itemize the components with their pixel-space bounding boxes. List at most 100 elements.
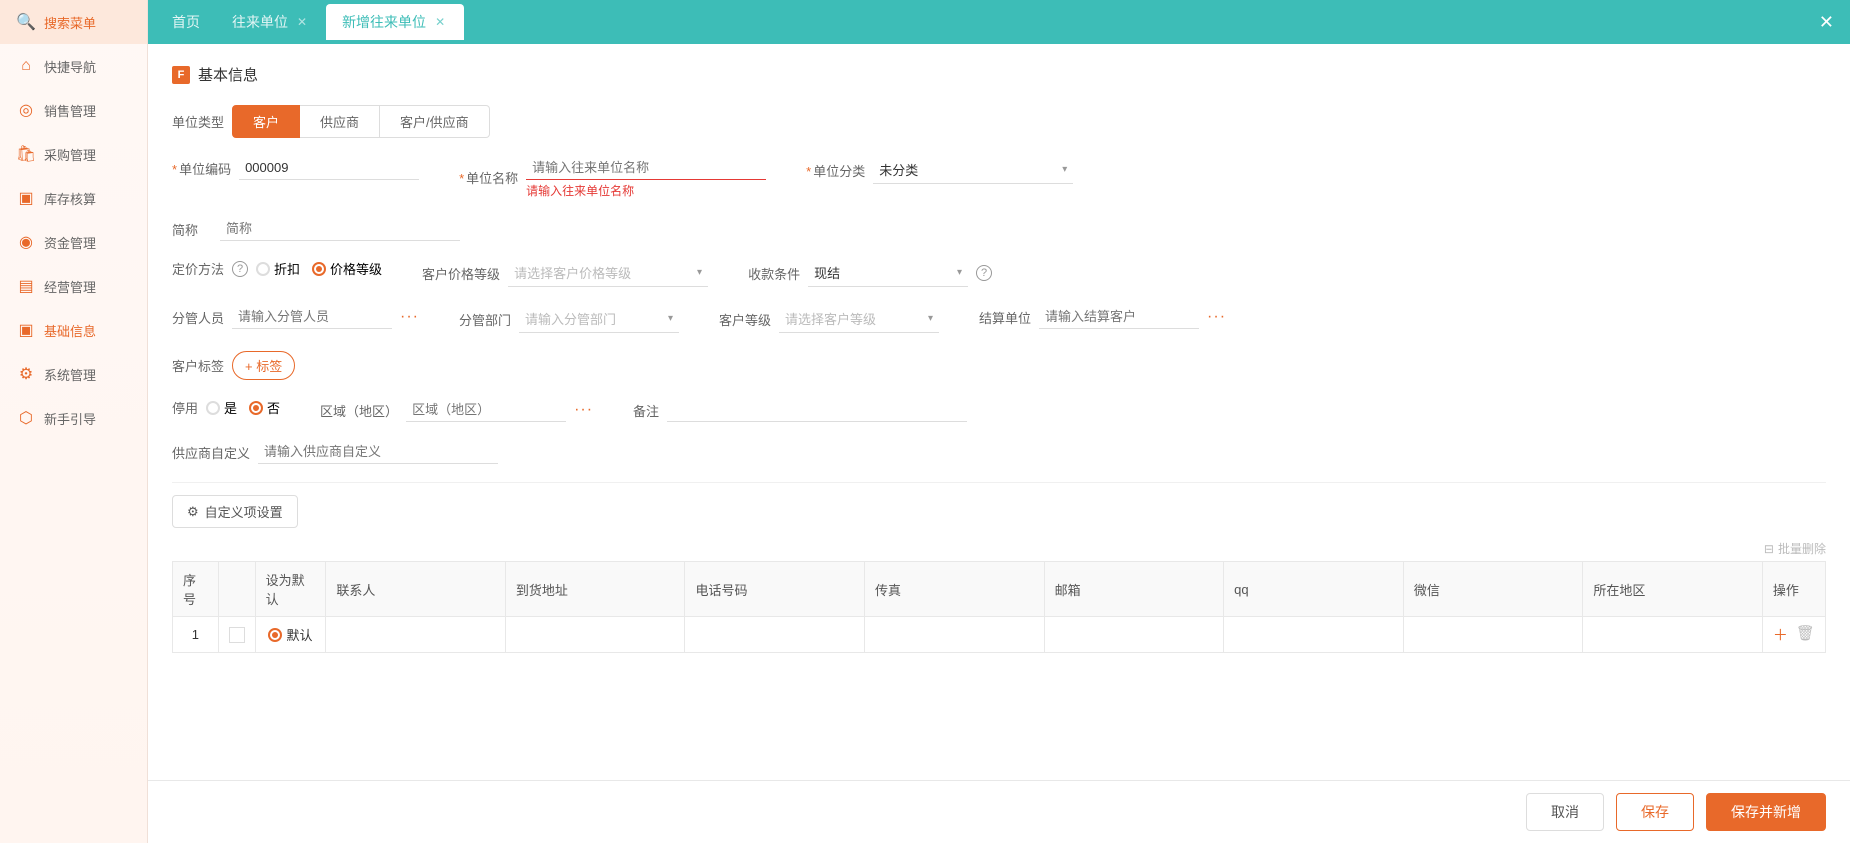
unit-code-field: *单位编码 [172, 156, 419, 180]
payment-terms-select[interactable]: 现结 ▾ [808, 259, 968, 287]
customer-price-level-label: 客户价格等级 [422, 264, 500, 283]
supplier-custom-input[interactable] [258, 440, 498, 464]
sidebar-item-guide[interactable]: ⬡ 新手引导 [0, 396, 147, 440]
weixin-input[interactable] [1414, 627, 1573, 642]
unit-code-name-row: *单位编码 *单位名称 请输入往来单位名称 *单位分类 未分类 ▾ [172, 156, 1826, 199]
unit-category-select[interactable]: 未分类 ▾ [873, 156, 1073, 184]
tab-home[interactable]: 首页 [156, 4, 216, 40]
table-region-input[interactable] [1593, 627, 1752, 642]
unit-name-field: *单位名称 请输入往来单位名称 [459, 156, 766, 199]
batch-delete-label[interactable]: 批量删除 [1778, 540, 1826, 557]
payment-terms-help-icon[interactable]: ? [976, 265, 992, 281]
save-button[interactable]: 保存 [1616, 793, 1694, 831]
type-btn-both[interactable]: 客户/供应商 [380, 105, 490, 138]
sidebar-item-finance[interactable]: ◉ 资金管理 [0, 220, 147, 264]
tab-new-partner[interactable]: 新增往来单位 ✕ [326, 4, 464, 40]
remark-field: 备注 [633, 398, 967, 422]
sidebar-item-sales[interactable]: ◎ 销售管理 [0, 88, 147, 132]
supervisor-row: 分管人员 ··· 分管部门 请输入分管部门 ▾ 客户等级 请选择客户等级 ▾ [172, 305, 1826, 333]
sidebar-item-inventory[interactable]: ▣ 库存核算 [0, 176, 147, 220]
settlement-unit-more-icon[interactable]: ··· [1207, 308, 1226, 326]
supervisor-more-icon[interactable]: ··· [400, 308, 419, 326]
disabled-radio-yes[interactable]: 是 [206, 398, 237, 417]
customer-tag-label: 客户标签 [172, 356, 224, 375]
purchase-icon: 🛍 [16, 144, 36, 164]
region-input[interactable] [406, 398, 566, 422]
supervisor-input[interactable] [232, 305, 392, 329]
col-weixin: 微信 [1403, 562, 1583, 617]
phone-input[interactable] [695, 627, 854, 642]
customer-price-level-select[interactable]: 请选择客户价格等级 ▾ [508, 259, 708, 287]
tab-new-partner-close[interactable]: ✕ [432, 14, 448, 30]
row-email[interactable] [1044, 617, 1224, 653]
disabled-radio-no-label: 否 [267, 398, 280, 417]
pricing-help-icon[interactable]: ? [232, 261, 248, 277]
email-input[interactable] [1055, 627, 1214, 642]
type-btn-supplier[interactable]: 供应商 [300, 105, 380, 138]
row-contact[interactable] [326, 617, 506, 653]
disabled-radio-yes-label: 是 [224, 398, 237, 417]
section-divider [172, 482, 1826, 483]
row-region[interactable] [1583, 617, 1763, 653]
unit-name-error: 请输入往来单位名称 [526, 182, 766, 199]
window-close-button[interactable]: ✕ [1811, 8, 1842, 37]
disabled-radio-no[interactable]: 否 [249, 398, 280, 417]
remark-input[interactable] [667, 398, 967, 422]
sidebar-item-management[interactable]: ▤ 经营管理 [0, 264, 147, 308]
dept-select[interactable]: 请输入分管部门 ▾ [519, 305, 679, 333]
pricing-radio-discount-circle [256, 262, 270, 276]
address-input[interactable] [516, 627, 675, 642]
supplier-custom-row: 供应商自定义 [172, 440, 1826, 464]
save-new-button[interactable]: 保存并新增 [1706, 793, 1826, 831]
dept-placeholder: 请输入分管部门 [525, 309, 664, 328]
type-btn-customer[interactable]: 客户 [232, 105, 300, 138]
sidebar-item-quick-nav[interactable]: ⌂ 快捷导航 [0, 44, 147, 88]
unit-name-input[interactable] [526, 156, 766, 180]
customer-level-select[interactable]: 请选择客户等级 ▾ [779, 305, 939, 333]
contact-input[interactable] [336, 627, 495, 642]
disabled-radio-yes-circle [206, 401, 220, 415]
row-checkbox[interactable] [229, 627, 245, 643]
sidebar-item-search[interactable]: 🔍 搜索菜单 [0, 0, 147, 44]
fax-input[interactable] [875, 627, 1034, 642]
row-add-button[interactable]: ＋ [1773, 624, 1788, 645]
sidebar-item-purchase[interactable]: 🛍 采购管理 [0, 132, 147, 176]
pricing-radio-discount[interactable]: 折扣 [256, 259, 300, 278]
add-tag-button[interactable]: + 标签 [232, 351, 295, 380]
row-fax[interactable] [865, 617, 1045, 653]
management-icon: ▤ [16, 276, 36, 296]
pricing-radio-level[interactable]: 价格等级 [312, 259, 382, 278]
row-no: 1 [173, 617, 219, 653]
row-weixin[interactable] [1403, 617, 1583, 653]
row-delete-button[interactable]: 🗑 [1796, 624, 1815, 645]
disabled-radio-no-circle [249, 401, 263, 415]
sidebar-item-basic[interactable]: ▣ 基础信息 [0, 308, 147, 352]
region-field: 区域（地区） ··· [320, 398, 593, 422]
sidebar-item-basic-label: 基础信息 [44, 321, 96, 340]
unit-category-value: 未分类 [879, 160, 1058, 179]
cancel-button[interactable]: 取消 [1526, 793, 1604, 831]
tab-partners[interactable]: 往来单位 ✕ [216, 4, 326, 40]
disabled-field: 停用 是 否 [172, 398, 280, 417]
row-default-radio[interactable]: 默认 [266, 625, 316, 644]
row-phone[interactable] [685, 617, 865, 653]
unit-name-input-wrapper: 请输入往来单位名称 [526, 156, 766, 199]
sidebar-item-system[interactable]: ⚙ 系统管理 [0, 352, 147, 396]
custom-settings-button[interactable]: ⚙ 自定义项设置 [172, 495, 298, 528]
region-more-icon[interactable]: ··· [574, 401, 593, 419]
pricing-radio-level-circle [312, 262, 326, 276]
unit-code-input[interactable] [239, 156, 419, 180]
short-name-input[interactable] [220, 217, 460, 241]
sidebar-item-guide-label: 新手引导 [44, 409, 96, 428]
row-default-cell: 默认 [255, 617, 326, 653]
sidebar-item-system-label: 系统管理 [44, 365, 96, 384]
settlement-unit-field: 结算单位 ··· [979, 305, 1226, 329]
row-qq[interactable] [1224, 617, 1404, 653]
settlement-unit-input[interactable] [1039, 305, 1199, 329]
payment-terms-field: 收款条件 现结 ▾ ? [748, 259, 992, 287]
tab-partners-close[interactable]: ✕ [294, 14, 310, 30]
qq-input[interactable] [1234, 627, 1393, 642]
col-checkbox [218, 562, 255, 617]
sidebar-item-purchase-label: 采购管理 [44, 145, 96, 164]
row-address[interactable] [505, 617, 685, 653]
